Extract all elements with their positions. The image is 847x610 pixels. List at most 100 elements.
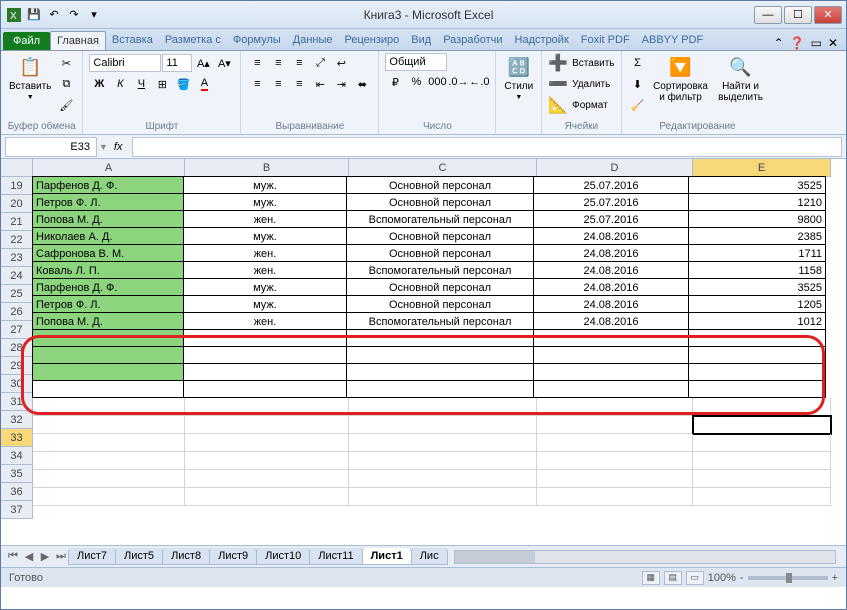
- cell[interactable]: 25.07.2016: [533, 193, 689, 211]
- cell[interactable]: 9800: [688, 210, 826, 228]
- view-normal-icon[interactable]: ▦: [642, 571, 660, 585]
- doc-close-icon[interactable]: ✕: [828, 36, 838, 50]
- cell[interactable]: [693, 434, 831, 452]
- row-header[interactable]: 22: [1, 231, 32, 249]
- qat-more-icon[interactable]: ▾: [85, 6, 103, 24]
- view-pagebreak-icon[interactable]: ▭: [686, 571, 704, 585]
- cell[interactable]: жен.: [183, 261, 347, 279]
- cell[interactable]: Основной персонал: [346, 193, 534, 211]
- sheet-nav-prev-icon[interactable]: ◀: [21, 550, 37, 563]
- cell[interactable]: [537, 434, 693, 452]
- cell[interactable]: 25.07.2016: [533, 176, 689, 194]
- sheet-tab[interactable]: Лист5: [115, 548, 163, 565]
- ribbon-tab[interactable]: Разработчи: [437, 31, 508, 50]
- name-box[interactable]: E33: [5, 137, 97, 157]
- align-bottom-icon[interactable]: ≡: [289, 53, 309, 73]
- row-header[interactable]: 23: [1, 249, 32, 267]
- bold-icon[interactable]: Ж: [89, 74, 109, 94]
- italic-icon[interactable]: К: [110, 74, 130, 94]
- cells-delete-button[interactable]: ➖Удалить: [548, 74, 610, 94]
- row-header[interactable]: 26: [1, 303, 32, 321]
- zoom-slider[interactable]: [748, 576, 828, 580]
- ribbon-tab[interactable]: Вид: [405, 31, 437, 50]
- align-left-icon[interactable]: ≡: [247, 74, 267, 94]
- cell[interactable]: [33, 452, 185, 470]
- row-header[interactable]: 25: [1, 285, 32, 303]
- align-top-icon[interactable]: ≡: [247, 53, 267, 73]
- help-icon[interactable]: ❓: [790, 36, 805, 50]
- save-icon[interactable]: 💾: [25, 6, 43, 24]
- cells-format-button[interactable]: 📐Формат: [548, 95, 607, 115]
- row-header[interactable]: 35: [1, 465, 32, 483]
- sheet-nav-first-icon[interactable]: ⏮: [5, 550, 21, 563]
- cell[interactable]: [537, 398, 693, 416]
- cell[interactable]: [346, 329, 534, 347]
- cell[interactable]: [688, 363, 826, 381]
- cell[interactable]: [537, 416, 693, 434]
- row-header[interactable]: 29: [1, 357, 32, 375]
- cell[interactable]: 2385: [688, 227, 826, 245]
- cell[interactable]: Сафронова В. М.: [32, 244, 184, 262]
- cell[interactable]: жен.: [183, 244, 347, 262]
- cell[interactable]: жен.: [183, 312, 347, 330]
- cell[interactable]: [688, 329, 826, 347]
- cell[interactable]: 1012: [688, 312, 826, 330]
- cell[interactable]: Вспомогательный персонал: [346, 261, 534, 279]
- row-header[interactable]: 34: [1, 447, 32, 465]
- zoom-in-button[interactable]: +: [832, 572, 838, 584]
- align-middle-icon[interactable]: ≡: [268, 53, 288, 73]
- cell[interactable]: 3525: [688, 278, 826, 296]
- cell[interactable]: 1158: [688, 261, 826, 279]
- cell[interactable]: [688, 346, 826, 364]
- cell[interactable]: [349, 416, 537, 434]
- autosum-icon[interactable]: Σ: [628, 53, 648, 73]
- cell[interactable]: [185, 488, 349, 506]
- border-icon[interactable]: ⊞: [152, 74, 172, 94]
- cell[interactable]: [349, 434, 537, 452]
- view-pagelayout-icon[interactable]: ▤: [664, 571, 682, 585]
- fill-color-icon[interactable]: 🪣: [173, 74, 193, 94]
- cell[interactable]: 24.08.2016: [533, 227, 689, 245]
- row-header[interactable]: 27: [1, 321, 32, 339]
- row-header[interactable]: 33: [1, 429, 32, 447]
- cell[interactable]: Основной персонал: [346, 244, 534, 262]
- cell[interactable]: Парфенов Д. Ф.: [32, 278, 184, 296]
- cell[interactable]: 25.07.2016: [533, 210, 689, 228]
- minimize-ribbon-icon[interactable]: ⌃: [774, 36, 784, 50]
- maximize-button[interactable]: ☐: [784, 6, 812, 24]
- doc-restore-icon[interactable]: ▭: [811, 36, 822, 50]
- cell[interactable]: [349, 488, 537, 506]
- styles-button[interactable]: 🔠 Стили ▼: [502, 53, 535, 103]
- font-color-icon[interactable]: A: [194, 74, 214, 94]
- decrease-font-icon[interactable]: A▾: [214, 53, 234, 73]
- cell[interactable]: [32, 329, 184, 347]
- cell[interactable]: Основной персонал: [346, 295, 534, 313]
- sort-filter-button[interactable]: 🔽 Сортировка и фильтр: [651, 53, 711, 105]
- sheet-tab[interactable]: Лист11: [309, 548, 362, 565]
- hscroll-thumb[interactable]: [455, 551, 535, 563]
- align-right-icon[interactable]: ≡: [289, 74, 309, 94]
- sheet-tab[interactable]: Лист1: [362, 548, 412, 565]
- cell[interactable]: [33, 470, 185, 488]
- cell[interactable]: Петров Ф. Л.: [32, 193, 184, 211]
- cell[interactable]: [346, 346, 534, 364]
- column-header[interactable]: C: [349, 159, 537, 176]
- row-header[interactable]: 28: [1, 339, 32, 357]
- minimize-button[interactable]: —: [754, 6, 782, 24]
- wrap-text-icon[interactable]: ↩: [331, 53, 351, 73]
- cell[interactable]: [185, 398, 349, 416]
- cell[interactable]: 1205: [688, 295, 826, 313]
- cell[interactable]: Основной персонал: [346, 227, 534, 245]
- cell[interactable]: [33, 488, 185, 506]
- ribbon-tab[interactable]: Главная: [50, 31, 106, 50]
- cell[interactable]: [693, 470, 831, 488]
- underline-icon[interactable]: Ч: [131, 74, 151, 94]
- cell[interactable]: [32, 363, 184, 381]
- paste-button[interactable]: 📋 Вставить ▼: [7, 53, 53, 103]
- cell[interactable]: [533, 346, 689, 364]
- horizontal-scrollbar[interactable]: [454, 550, 836, 564]
- cell[interactable]: Вспомогательный персонал: [346, 312, 534, 330]
- ribbon-tab[interactable]: Данные: [287, 31, 339, 50]
- fx-icon[interactable]: fx: [108, 141, 129, 153]
- cell[interactable]: Основной персонал: [346, 278, 534, 296]
